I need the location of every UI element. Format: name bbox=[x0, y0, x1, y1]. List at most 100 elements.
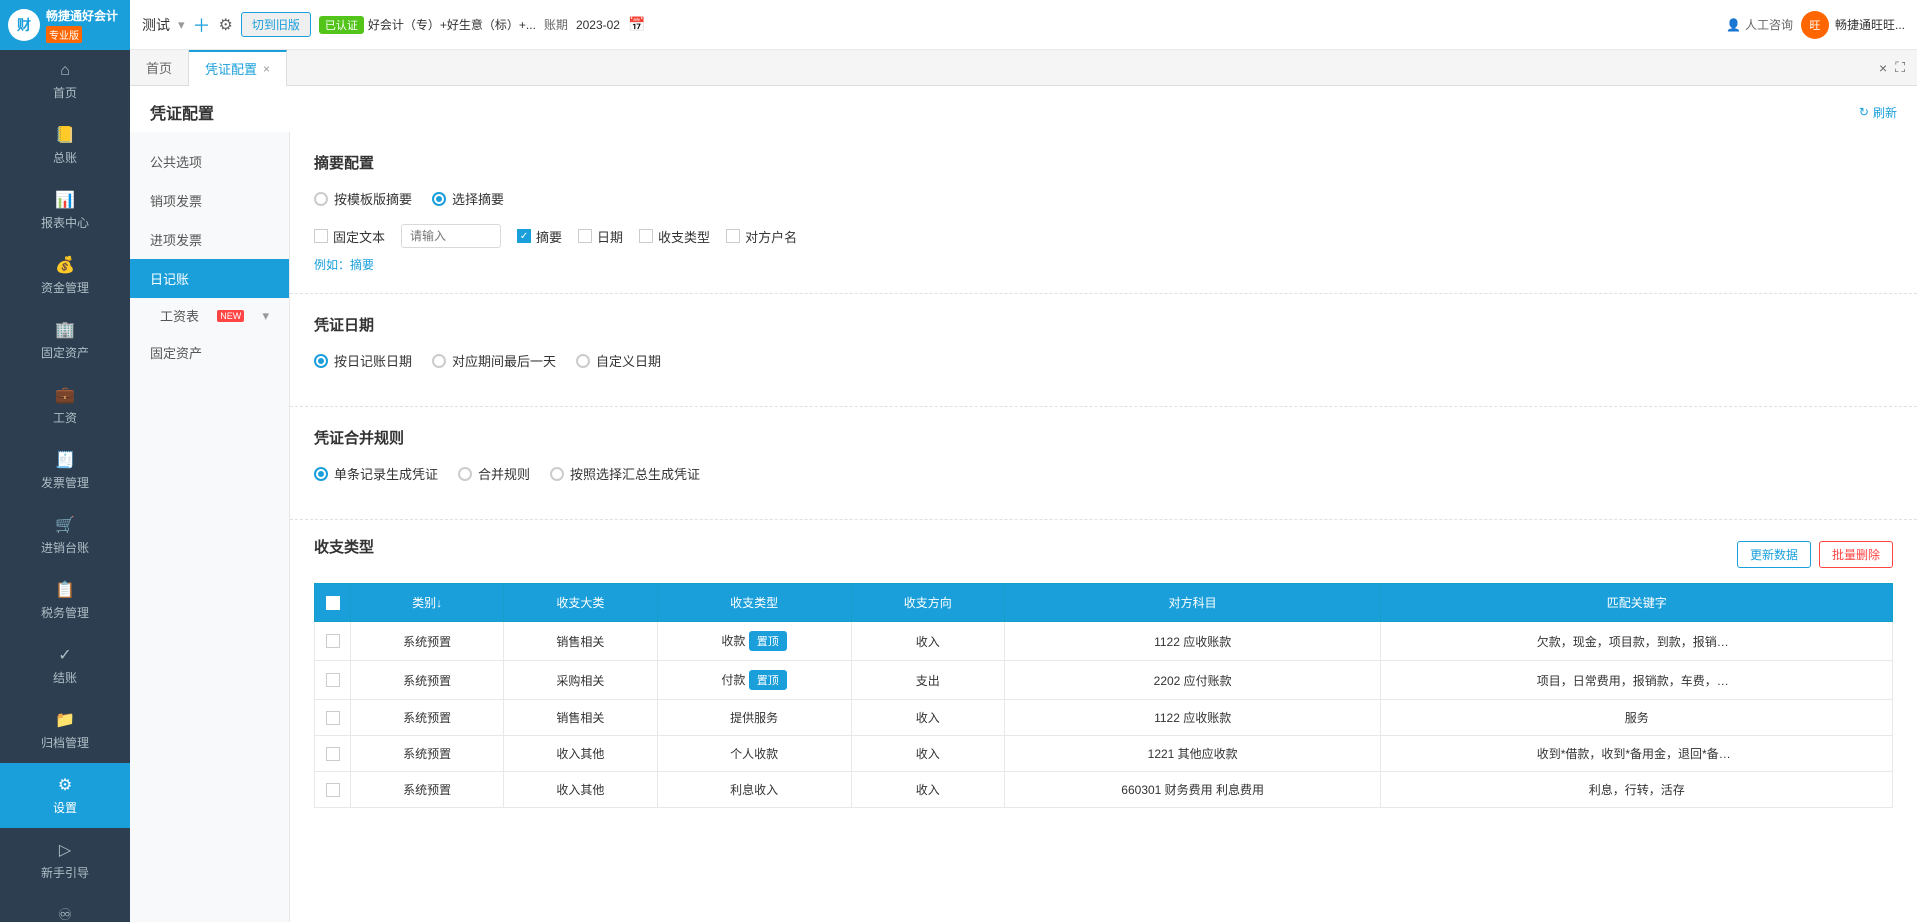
row5-checkbox[interactable] bbox=[326, 783, 340, 797]
summary-template-radio[interactable]: 按模板版摘要 bbox=[314, 189, 412, 208]
sidebar-item-settings[interactable]: ⚙ 设置 bbox=[0, 763, 130, 828]
tab-fullscreen-icon[interactable]: ⛶ bbox=[1895, 59, 1905, 76]
user-avatar: 旺 bbox=[1801, 11, 1829, 39]
type-checkbox-box bbox=[639, 229, 653, 243]
sidebar-item-funds[interactable]: 💰 资金管理 bbox=[0, 243, 130, 308]
archive-icon: 📁 bbox=[55, 710, 75, 730]
user-menu[interactable]: 旺 畅捷通旺旺... bbox=[1801, 11, 1905, 39]
td-type-1: 收款 置顶 bbox=[657, 622, 851, 661]
summary-checkbox[interactable]: ✓ 摘要 bbox=[517, 227, 562, 246]
tab-close-all-icon[interactable]: × bbox=[1879, 60, 1887, 76]
sidebar-nav: ⌂ 首页 📒 总账 📊 报表中心 💰 资金管理 🏢 固定资产 💼 工资 bbox=[0, 50, 130, 922]
sidebar-item-tax[interactable]: 📋 税务管理 bbox=[0, 568, 130, 633]
tab-bar: 首页 凭证配置 × × ⛶ bbox=[130, 50, 1917, 86]
sidebar-item-purchase[interactable]: 🛒 进销台账 bbox=[0, 503, 130, 568]
tax-icon: 📋 bbox=[55, 580, 75, 600]
left-nav-sales-invoice[interactable]: 销项发票 bbox=[130, 181, 289, 220]
refresh-label: 刷新 bbox=[1873, 104, 1897, 121]
sidebar-label-invoice: 发票管理 bbox=[41, 474, 89, 491]
sidebar-label-settings: 设置 bbox=[53, 799, 77, 816]
update-data-btn[interactable]: 更新数据 bbox=[1737, 541, 1811, 568]
left-nav-payroll[interactable]: 工资表 NEW ▾ bbox=[130, 298, 289, 333]
table-header-row-el: 类别↓ 收支大类 收支类型 收支方向 对方科目 匹配关键字 bbox=[315, 584, 1893, 622]
merge-rule-radio[interactable]: 合并规则 bbox=[458, 464, 530, 483]
sidebar-item-member[interactable]: ♾ 畅会员 bbox=[0, 893, 130, 922]
td-checkbox-3 bbox=[315, 700, 351, 736]
refresh-btn[interactable]: ↻ 刷新 bbox=[1859, 104, 1897, 121]
summary-select-radio[interactable]: 选择摘要 bbox=[432, 189, 504, 208]
date-checkbox-label: 日期 bbox=[597, 227, 623, 246]
sidebar-label-reports: 报表中心 bbox=[41, 214, 89, 231]
td-category-3: 系统预置 bbox=[351, 700, 504, 736]
td-direction-3: 收入 bbox=[851, 700, 1004, 736]
custom-date-radio[interactable]: 自定义日期 bbox=[576, 351, 661, 370]
new-badge: NEW bbox=[217, 310, 244, 322]
logo-icon: 财 bbox=[8, 9, 40, 41]
sidebar-label-assets: 固定资产 bbox=[41, 344, 89, 361]
user-name: 畅捷通旺旺... bbox=[1835, 16, 1905, 33]
sidebar-item-salary[interactable]: 💼 工资 bbox=[0, 373, 130, 438]
app-logo: 财 畅捷通好会计 专业版 bbox=[0, 0, 130, 50]
reports-icon: 📊 bbox=[55, 190, 75, 210]
sidebar-item-reports[interactable]: 📊 报表中心 bbox=[0, 178, 130, 243]
topbar-arrow-icon[interactable]: ▾ bbox=[178, 17, 185, 33]
counterpart-checkbox[interactable]: 对方户名 bbox=[726, 227, 797, 246]
tab-close-icon[interactable]: × bbox=[263, 62, 270, 76]
sidebar-item-guide[interactable]: ▷ 新手引导 bbox=[0, 828, 130, 893]
left-nav-public[interactable]: 公共选项 bbox=[130, 142, 289, 181]
sidebar-item-ledger[interactable]: 📒 总账 bbox=[0, 113, 130, 178]
left-nav-purchase-invoice-label: 进项发票 bbox=[150, 230, 202, 249]
single-radio[interactable]: 单条记录生成凭证 bbox=[314, 464, 438, 483]
fixed-text-checkbox[interactable]: 固定文本 bbox=[314, 227, 385, 246]
topbar-gear-icon[interactable]: ⚙ bbox=[219, 15, 233, 35]
sidebar-item-archive[interactable]: 📁 归档管理 bbox=[0, 698, 130, 763]
select-total-radio[interactable]: 按照选择汇总生成凭证 bbox=[550, 464, 700, 483]
sidebar-item-settle[interactable]: ✓ 结账 bbox=[0, 633, 130, 698]
topbar-add-icon[interactable]: ＋ bbox=[193, 12, 211, 38]
custom-date-radio-circle bbox=[576, 354, 590, 368]
reset-btn-1[interactable]: 置顶 bbox=[749, 631, 787, 651]
sidebar-item-invoice[interactable]: 🧾 发票管理 bbox=[0, 438, 130, 503]
select-total-label: 按照选择汇总生成凭证 bbox=[570, 464, 700, 483]
tab-home[interactable]: 首页 bbox=[130, 50, 189, 86]
row1-checkbox[interactable] bbox=[326, 634, 340, 648]
type-checkbox[interactable]: 收支类型 bbox=[639, 227, 710, 246]
td-keywords-3: 服务 bbox=[1381, 700, 1893, 736]
page-title: 凭证配置 bbox=[150, 100, 214, 124]
certified-badge: 已认证 bbox=[319, 16, 364, 34]
td-type-2: 付款 置顶 bbox=[657, 661, 851, 700]
batch-delete-btn[interactable]: 批量删除 bbox=[1819, 541, 1893, 568]
sidebar-item-assets[interactable]: 🏢 固定资产 bbox=[0, 308, 130, 373]
voucher-date-radio-group: 按日记账日期 对应期间最后一天 自定义日期 bbox=[314, 351, 1893, 370]
journal-date-radio[interactable]: 按日记账日期 bbox=[314, 351, 412, 370]
row3-checkbox[interactable] bbox=[326, 711, 340, 725]
td-type-3: 提供服务 bbox=[657, 700, 851, 736]
left-nav-fixed-assets[interactable]: 固定资产 bbox=[130, 333, 289, 372]
left-nav-purchase-invoice[interactable]: 进项发票 bbox=[130, 220, 289, 259]
left-nav-journal[interactable]: 日记账 bbox=[130, 259, 289, 298]
fixed-text-input[interactable] bbox=[401, 224, 501, 248]
td-account-1: 1122 应收账款 bbox=[1004, 622, 1381, 661]
td-account-3: 1122 应收账款 bbox=[1004, 700, 1381, 736]
th-keywords: 匹配关键字 bbox=[1381, 584, 1893, 622]
td-keywords-2: 项目，日常费用，报销款，车费，承兑汇票，付款 bbox=[1381, 661, 1893, 700]
sidebar-item-home[interactable]: ⌂ 首页 bbox=[0, 50, 130, 113]
purchase-icon: 🛒 bbox=[55, 515, 75, 535]
select-all-checkbox[interactable] bbox=[326, 596, 340, 610]
row2-checkbox[interactable] bbox=[326, 673, 340, 687]
period-last-radio[interactable]: 对应期间最后一天 bbox=[432, 351, 556, 370]
th-category: 类别↓ bbox=[351, 584, 504, 622]
date-checkbox[interactable]: 日期 bbox=[578, 227, 623, 246]
service-btn[interactable]: 👤 人工咨询 bbox=[1726, 16, 1793, 33]
table-row: 系统预置 采购相关 付款 置顶 支出 2202 应付账款 bbox=[315, 661, 1893, 700]
summary-radio-group: 按模板版摘要 选择摘要 bbox=[314, 189, 1893, 208]
page-inner: 公共选项 销项发票 进项发票 日记账 工资表 NEW ▾ bbox=[130, 132, 1917, 922]
reset-btn-2[interactable]: 置顶 bbox=[749, 670, 787, 690]
template-radio-label: 按模板版摘要 bbox=[334, 189, 412, 208]
row4-checkbox[interactable] bbox=[326, 747, 340, 761]
voucher-merge-title: 凭证合并规则 bbox=[314, 427, 1893, 448]
topbar-switch-btn[interactable]: 切到旧版 bbox=[241, 12, 311, 37]
tab-voucher-config[interactable]: 凭证配置 × bbox=[189, 50, 287, 86]
td-account-2: 2202 应付账款 bbox=[1004, 661, 1381, 700]
calendar-icon[interactable]: 📅 bbox=[628, 16, 645, 33]
